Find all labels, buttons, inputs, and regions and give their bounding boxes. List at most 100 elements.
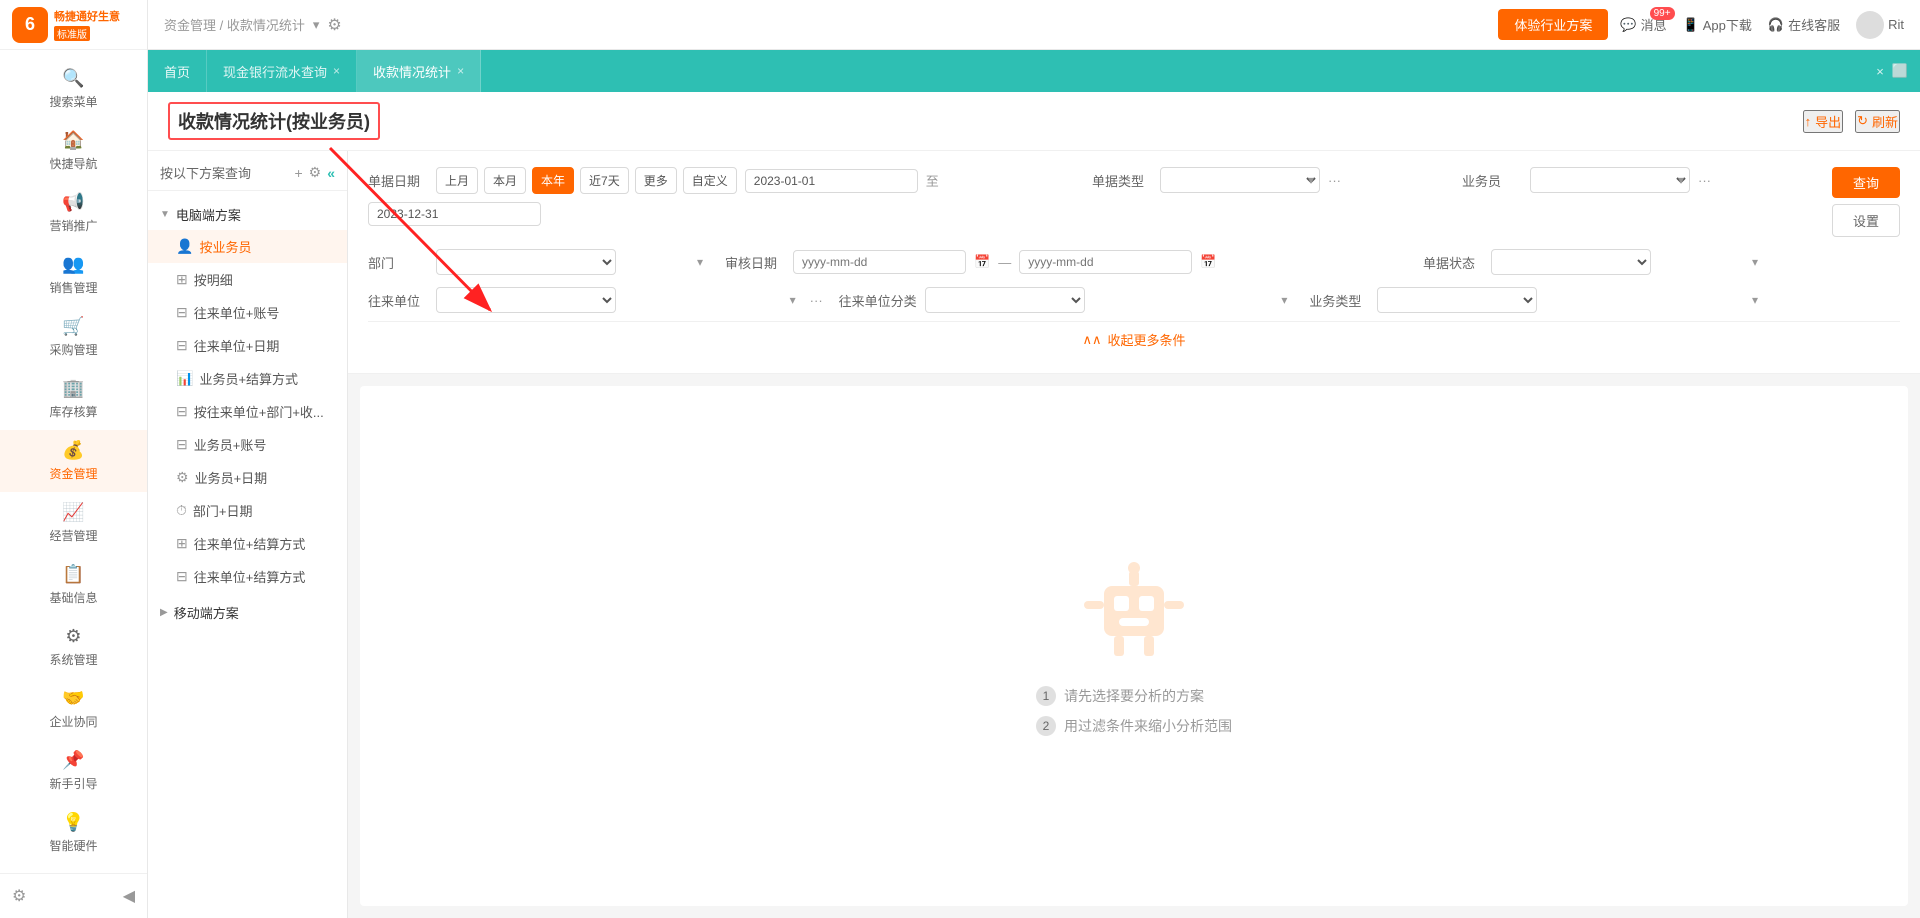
tab-maximize-btn[interactable]: ⬜ xyxy=(1892,63,1908,79)
biz-type-select-wrapper xyxy=(1377,287,1764,313)
salesperson-more-btn[interactable]: ··· xyxy=(1698,173,1711,188)
date-btn-this-month[interactable]: 本月 xyxy=(484,167,526,194)
sidebar-item-purchase[interactable]: 🛒 采购管理 xyxy=(0,306,147,368)
collapse-panel-btn[interactable]: « xyxy=(327,165,335,181)
dept-select[interactable] xyxy=(436,249,616,275)
tree-item-salesperson[interactable]: 👤 按业务员 xyxy=(148,230,347,263)
tree-item-salesperson-account[interactable]: ⊟ 业务员+账号 xyxy=(148,428,347,461)
partner-more-btn[interactable]: ··· xyxy=(810,293,823,308)
tree-item-label: 按往来单位+部门+收... xyxy=(194,402,324,421)
sidebar-item-marketing[interactable]: 📢 营销推广 xyxy=(0,182,147,244)
settings-button[interactable]: 设置 xyxy=(1832,204,1900,237)
date-to-input[interactable] xyxy=(368,202,541,226)
tree-group-mobile: ▶ 移动端方案 xyxy=(148,597,347,628)
collapse-filter-btn[interactable]: ∧∧ 收起更多条件 xyxy=(368,321,1900,357)
tab-actions: × ⬜ xyxy=(1864,63,1920,79)
breadcrumb-dropdown[interactable]: ▾ xyxy=(313,17,320,33)
dept-select-wrapper xyxy=(436,249,709,275)
date-btn-this-year[interactable]: 本年 xyxy=(532,167,574,194)
tree-item-label: 往来单位+结算方式 xyxy=(194,567,306,586)
tree-group-mobile-header[interactable]: ▶ 移动端方案 xyxy=(148,597,347,628)
empty-step2-text: 用过滤条件来缩小分析范围 xyxy=(1064,716,1232,736)
refresh-btn[interactable]: ↻ 刷新 xyxy=(1855,110,1900,133)
tree-group-desktop-header[interactable]: ▼ 电脑端方案 xyxy=(148,199,347,230)
date-btn-more[interactable]: 更多 xyxy=(635,167,677,194)
sidebar-item-operation[interactable]: 📈 经营管理 xyxy=(0,492,147,554)
sidebar-item-wxwork[interactable]: 💬 企业微信 xyxy=(0,864,147,873)
tree-item-label: 按明细 xyxy=(194,270,233,289)
sidebar-item-finance[interactable]: 💰 资金管理 xyxy=(0,430,147,492)
date-btn-last-month[interactable]: 上月 xyxy=(436,167,478,194)
biz-type-select[interactable] xyxy=(1377,287,1537,313)
tree-item-partner-settle2[interactable]: ⊟ 往来单位+结算方式 xyxy=(148,560,347,593)
sidebar-item-hardware[interactable]: 💡 智能硬件 xyxy=(0,802,147,864)
sidebar-item-collab[interactable]: 🤝 企业协同 xyxy=(0,678,147,740)
tree-item-salesperson-date[interactable]: ⚙ 业务员+日期 xyxy=(148,461,347,494)
sidebar-item-guide[interactable]: 📌 新手引导 xyxy=(0,740,147,802)
review-date-from[interactable] xyxy=(793,250,966,274)
header-gear-btn[interactable]: ⚙ xyxy=(327,15,341,35)
left-panel-actions: + ⚙ « xyxy=(294,164,335,181)
sidebar-item-label: 资金管理 xyxy=(49,465,97,482)
sidebar-item-quicknav[interactable]: 🏠 快捷导航 xyxy=(0,120,147,182)
doc-status-select[interactable] xyxy=(1491,249,1651,275)
top-header: 资金管理 / 收款情况统计 ▾ ⚙ 体验行业方案 💬 消息 99+ 📱 App下… xyxy=(148,0,1920,50)
tree-item-partner-date[interactable]: ⊟ 往来单位+日期 xyxy=(148,329,347,362)
tree-item-dept-date[interactable]: ⏱ 部门+日期 xyxy=(148,494,347,527)
user-avatar[interactable]: Rit xyxy=(1856,11,1904,39)
date-from-input[interactable] xyxy=(745,169,918,193)
date-btn-custom[interactable]: 自定义 xyxy=(683,167,737,194)
doc-type-select[interactable] xyxy=(1160,167,1320,193)
tree-collapse-icon: ▶ xyxy=(160,607,168,618)
tree-item-partner-dept[interactable]: ⊟ 按往来单位+部门+收... xyxy=(148,395,347,428)
search-icon: 🔍 xyxy=(62,68,84,89)
doc-type-more-btn[interactable]: ··· xyxy=(1328,173,1341,188)
tab-close-all-btn[interactable]: × xyxy=(1876,64,1884,79)
collapse-sidebar-btn[interactable]: ◀‌‌‌‌‌‌‌‌‌‌‌‌‌‌‌‌‌‌‌ xyxy=(123,886,135,906)
empty-step1: 1 请先选择要分析的方案 xyxy=(1036,686,1232,706)
tab-cashflow[interactable]: 现金银行流水查询 × xyxy=(207,50,357,92)
tab-cashflow-close[interactable]: × xyxy=(333,64,340,78)
review-date-to[interactable] xyxy=(1019,250,1192,274)
sidebar-item-label: 系统管理 xyxy=(49,651,97,668)
sidebar-item-label: 采购管理 xyxy=(49,341,97,358)
tab-receipt-stats[interactable]: 收款情况统计 × xyxy=(357,50,481,92)
tree-group-label: 移动端方案 xyxy=(174,603,239,622)
sidebar-item-label: 基础信息 xyxy=(49,589,97,606)
sidebar-item-basic[interactable]: 📋 基础信息 xyxy=(0,554,147,616)
settings-footer-btn[interactable]: ⚙ xyxy=(12,886,26,906)
scheme-settings-btn[interactable]: ⚙ xyxy=(309,164,322,181)
online-service-btn[interactable]: 🎧 在线客服 xyxy=(1768,15,1840,34)
tab-receipt-close[interactable]: × xyxy=(457,64,464,78)
tree-item-salesperson-settle[interactable]: 📊 业务员+结算方式 xyxy=(148,362,347,395)
app-download-label: App下载 xyxy=(1703,15,1752,34)
doc-type-filter: 单据类型 ··· xyxy=(1092,167,1446,193)
add-scheme-btn[interactable]: + xyxy=(294,165,302,181)
tree-item-partner-account[interactable]: ⊟ 往来单位+账号 xyxy=(148,296,347,329)
sidebar-item-label: 经营管理 xyxy=(49,527,97,544)
sidebar-item-search[interactable]: 🔍 搜索菜单 xyxy=(0,58,147,120)
partner-category-select[interactable] xyxy=(925,287,1085,313)
tree-item-label: 部门+日期 xyxy=(193,501,253,520)
tree-item-partner-settle1[interactable]: ⊞ 往来单位+结算方式 xyxy=(148,527,347,560)
empty-robot-icon xyxy=(1074,546,1194,666)
sidebar-item-inventory[interactable]: 🏢 库存核算 xyxy=(0,368,147,430)
collapse-icon: ∧∧ xyxy=(1082,332,1101,348)
calendar-icon-to[interactable]: 📅 xyxy=(1200,254,1216,270)
date-btn-7days[interactable]: 近7天 xyxy=(580,167,629,194)
trial-button[interactable]: 体验行业方案 xyxy=(1498,9,1608,40)
download-icon: 📱 xyxy=(1683,17,1699,33)
sidebar-item-system[interactable]: ⚙ 系统管理 xyxy=(0,616,147,678)
salesperson-select[interactable] xyxy=(1530,167,1690,193)
app-download-btn[interactable]: 📱 App下载 xyxy=(1683,15,1752,34)
tree-item-detail[interactable]: ⊞ 按明细 xyxy=(148,263,347,296)
partner-select[interactable] xyxy=(436,287,616,313)
export-btn[interactable]: ↑ 导出 xyxy=(1803,110,1844,133)
sidebar-item-sales[interactable]: 👥 销售管理 xyxy=(0,244,147,306)
query-button[interactable]: 查询 xyxy=(1832,167,1900,198)
message-btn[interactable]: 💬 消息 99+ xyxy=(1620,15,1666,34)
tab-home[interactable]: 首页 xyxy=(148,50,207,92)
calendar-icon-from[interactable]: 📅 xyxy=(974,254,990,270)
sidebar-item-label: 企业协同 xyxy=(49,713,97,730)
dept-filter: 部门 xyxy=(368,249,709,275)
